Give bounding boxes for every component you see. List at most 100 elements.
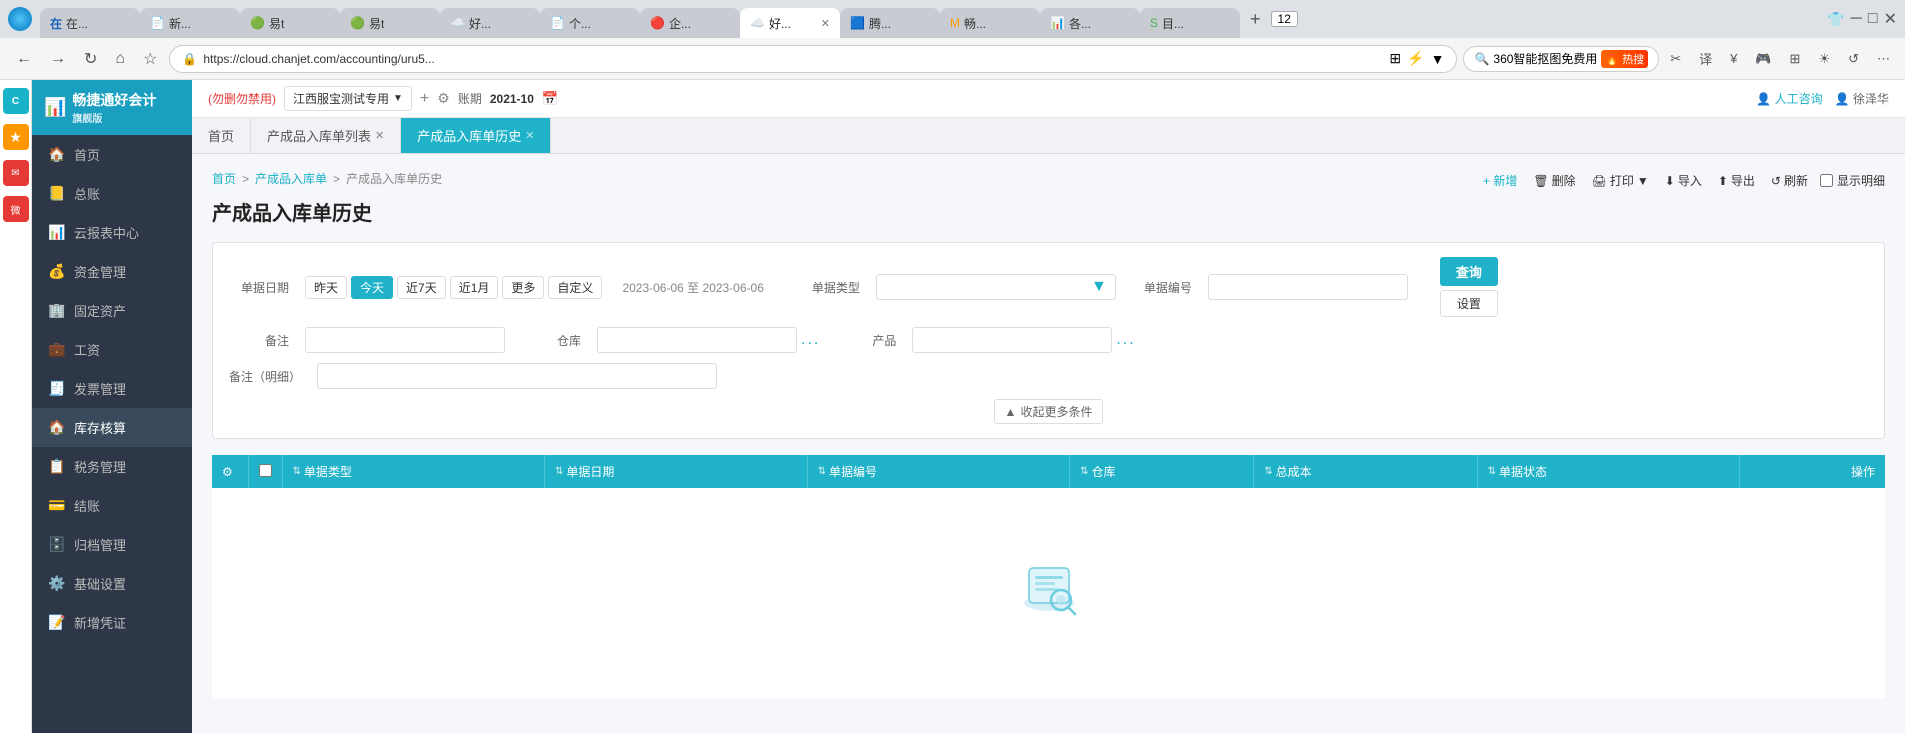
browser-tab-2[interactable]: 📄 新...: [140, 8, 240, 38]
delete-button[interactable]: 🗑 删除: [1529, 170, 1579, 191]
sidebar-item-salary[interactable]: 💼 工资: [32, 330, 192, 369]
browser-tab-11[interactable]: 📊 各...: [1040, 8, 1140, 38]
company-select[interactable]: 江西服宝测试专用 ▼: [284, 86, 412, 111]
calendar-icon[interactable]: 📅: [542, 91, 559, 107]
shirt-icon[interactable]: 👕: [1827, 9, 1844, 29]
settings-query-button[interactable]: 设置: [1440, 290, 1498, 317]
refresh-button[interactable]: ↻: [78, 45, 103, 73]
address-bar[interactable]: 🔒 https://cloud.chanjet.com/accounting/u…: [169, 45, 1457, 73]
product-filter-input[interactable]: [912, 327, 1112, 353]
no-filter-input[interactable]: [1208, 274, 1408, 300]
browser-tab-12[interactable]: S 目...: [1140, 8, 1240, 38]
back-button[interactable]: ←: [10, 46, 38, 72]
select-all-checkbox[interactable]: [259, 464, 272, 477]
add-button[interactable]: + 新增: [1479, 170, 1521, 191]
user-avatar[interactable]: 👤 徐泽华: [1835, 90, 1889, 107]
browser-tab-4[interactable]: 🟢 易t: [340, 8, 440, 38]
refresh-toolbar-button[interactable]: ↺ 刷新: [1767, 170, 1812, 191]
tab-list[interactable]: 产成品入库单列表 ✕: [251, 118, 401, 153]
app-icon-weibo[interactable]: 微: [3, 196, 29, 222]
app-icon-chanjet[interactable]: C: [3, 88, 29, 114]
date-btn-7days[interactable]: 近7天: [397, 276, 446, 299]
date-btn-yesterday[interactable]: 昨天: [305, 276, 347, 299]
minimize-button[interactable]: ─: [1851, 9, 1862, 29]
warehouse-dots-icon[interactable]: ...: [801, 331, 820, 349]
date-btn-today[interactable]: 今天: [351, 276, 393, 299]
maximize-button[interactable]: □: [1868, 9, 1878, 29]
browser-tab-3[interactable]: 🟢 易t: [240, 8, 340, 38]
product-filter-select[interactable]: ...: [912, 327, 1135, 353]
show-columns-checkbox[interactable]: 显示明细: [1820, 172, 1885, 189]
col-date[interactable]: ⇅ 单据日期: [545, 455, 808, 488]
browser-tab-10[interactable]: M 畅...: [940, 8, 1040, 38]
tab-history-close[interactable]: ✕: [525, 129, 534, 142]
print-button[interactable]: 🖨 打印 ▼: [1588, 170, 1653, 191]
tab-close-8[interactable]: ✕: [821, 17, 830, 30]
settings-nav-icon[interactable]: ⋯: [1872, 48, 1895, 70]
col-warehouse[interactable]: ⇅ 仓库: [1070, 455, 1254, 488]
browser-tab-5[interactable]: ☁️ 好...: [440, 8, 540, 38]
col-gear[interactable]: ⚙: [212, 455, 248, 488]
col-status[interactable]: ⇅ 单据状态: [1477, 455, 1740, 488]
note-filter-input[interactable]: [305, 327, 505, 353]
detail-note-input[interactable]: [317, 363, 717, 389]
browser-tab-6[interactable]: 📄 个...: [540, 8, 640, 38]
tab-list-close[interactable]: ✕: [375, 129, 384, 142]
query-button[interactable]: 查询: [1440, 257, 1498, 286]
app-icon-star[interactable]: ★: [3, 124, 29, 150]
currency-icon[interactable]: ¥: [1725, 48, 1742, 69]
sidebar-item-inventory[interactable]: 🏠 库存核算: [32, 408, 192, 447]
date-btn-more[interactable]: 更多: [502, 276, 544, 299]
sidebar-item-checkout[interactable]: 💳 结账: [32, 486, 192, 525]
sidebar-item-tax[interactable]: 📋 税务管理: [32, 447, 192, 486]
sidebar-item-new-voucher[interactable]: 📝 新增凭证: [32, 603, 192, 642]
sidebar-item-home[interactable]: 🏠 首页: [32, 135, 192, 174]
add-company-button[interactable]: +: [420, 90, 429, 108]
date-btn-custom[interactable]: 自定义: [548, 276, 602, 299]
sidebar-item-invoice[interactable]: 🧾 发票管理: [32, 369, 192, 408]
warehouse-filter-input[interactable]: [597, 327, 797, 353]
warehouse-filter-select[interactable]: ...: [597, 327, 820, 353]
new-tab-button[interactable]: +: [1240, 9, 1271, 30]
extension-btn[interactable]: ⊞: [1389, 50, 1401, 67]
brightness-icon[interactable]: ☀: [1813, 48, 1835, 70]
breadcrumb-home[interactable]: 首页: [212, 170, 236, 187]
col-type[interactable]: ⇅ 单据类型: [282, 455, 545, 488]
app-icon-email[interactable]: ✉: [3, 160, 29, 186]
col-no[interactable]: ⇅ 单据编号: [807, 455, 1070, 488]
home-nav-button[interactable]: ⌂: [109, 46, 131, 72]
gamepad-icon[interactable]: 🎮: [1750, 48, 1776, 70]
sidebar-item-settings[interactable]: ⚙️ 基础设置: [32, 564, 192, 603]
grid-icon[interactable]: ⊞: [1785, 48, 1806, 70]
browser-tab-7[interactable]: 🔴 企...: [640, 8, 740, 38]
show-columns-input[interactable]: [1820, 174, 1833, 187]
settings-gear-button[interactable]: ⚙: [437, 90, 450, 107]
sidebar-item-fixed-asset[interactable]: 🏢 固定资产: [32, 291, 192, 330]
scissors-icon[interactable]: ✂: [1665, 48, 1686, 70]
sidebar-item-archive[interactable]: 🗄️ 归档管理: [32, 525, 192, 564]
dropdown-btn[interactable]: ▼: [1431, 51, 1445, 67]
export-button[interactable]: ⬆ 导出: [1714, 170, 1759, 191]
type-filter-select[interactable]: ▼: [876, 274, 1116, 300]
undo-icon[interactable]: ↺: [1843, 48, 1864, 70]
browser-tab-8[interactable]: ☁️ 好... ✕: [740, 8, 840, 38]
col-total[interactable]: ⇅ 总成本: [1254, 455, 1477, 488]
col-check[interactable]: [248, 455, 282, 488]
browser-tab-9[interactable]: 🟦 腾...: [840, 8, 940, 38]
forward-button[interactable]: →: [44, 46, 72, 72]
breadcrumb-parent[interactable]: 产成品入库单: [255, 170, 327, 187]
sidebar-item-fund[interactable]: 💰 资金管理: [32, 252, 192, 291]
sidebar-item-cloud-report[interactable]: 📊 云报表中心: [32, 213, 192, 252]
browser-tab-1[interactable]: 在 在...: [40, 8, 140, 38]
sidebar-item-ledger[interactable]: 📒 总账: [32, 174, 192, 213]
close-button[interactable]: ✕: [1884, 9, 1897, 29]
product-dots-icon[interactable]: ...: [1116, 331, 1135, 349]
import-button[interactable]: ⬇ 导入: [1661, 170, 1706, 191]
lightning-btn[interactable]: ⚡: [1407, 50, 1424, 67]
date-btn-1month[interactable]: 近1月: [450, 276, 499, 299]
tab-history[interactable]: 产成品入库单历史 ✕: [401, 118, 551, 153]
translate-icon[interactable]: 译: [1694, 46, 1717, 71]
customer-service-link[interactable]: 👤 人工咨询: [1756, 90, 1822, 107]
tab-home[interactable]: 首页: [192, 118, 251, 153]
bookmark-button[interactable]: ☆: [137, 45, 163, 73]
